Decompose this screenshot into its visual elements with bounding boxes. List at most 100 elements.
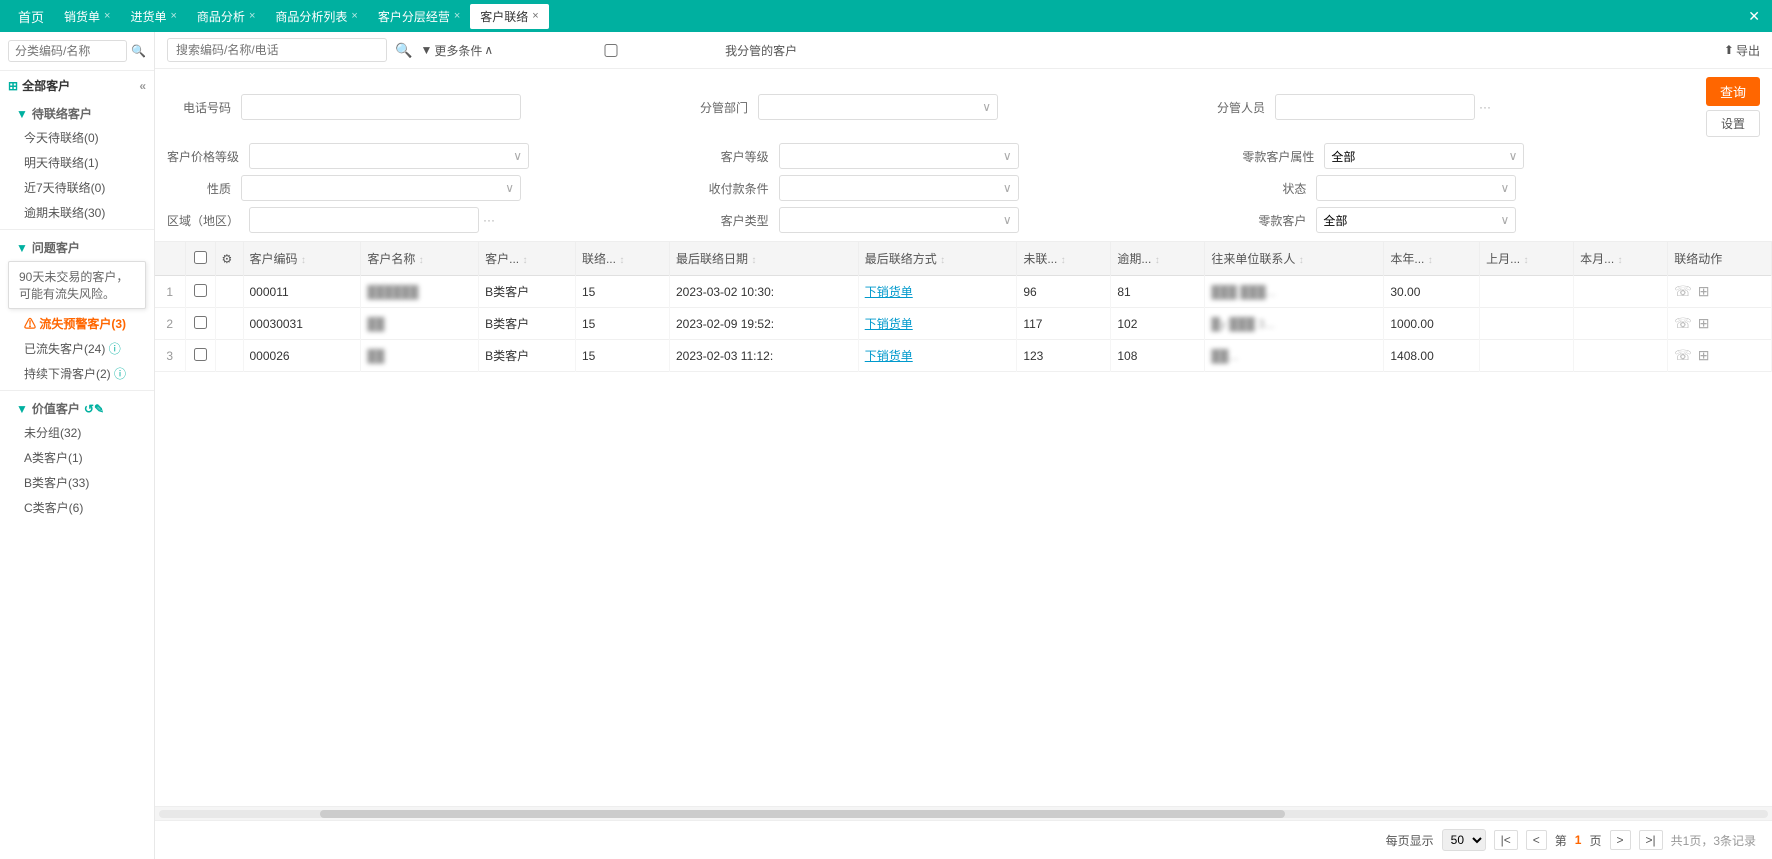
tab-sales[interactable]: 销货单 × [54,4,120,29]
zero-customer-select[interactable]: 全部 ∨ [1316,207,1516,233]
filter-customer-type: 客户类型 ∨ [705,207,1223,233]
row-last-contact-way: 下销货单 [858,276,1017,308]
sidebar-item-class-c[interactable]: C类客户(6) [0,495,154,520]
tab-analysis[interactable]: 商品分析 × [187,4,265,29]
row-this-month [1574,308,1668,340]
status-select[interactable]: ∨ [1316,175,1516,201]
row-last-contact-way: 下销货单 [858,308,1017,340]
dept-label: 分管部门 [684,99,754,116]
close-sales-tab[interactable]: × [104,10,110,22]
sidebar-item-declining[interactable]: 持续下滑客户(2) ⓘ [0,361,154,386]
value-refresh-icon[interactable]: ↺ [84,402,94,416]
first-page-button[interactable]: |< [1494,830,1518,850]
sidebar-item-churned[interactable]: 已流失客户(24) ⓘ [0,336,154,361]
last-page-button[interactable]: >| [1639,830,1663,850]
col-customer-code[interactable]: 客户编码 [243,242,361,276]
person-input[interactable] [1275,94,1475,120]
nature-select[interactable]: ∨ [241,175,521,201]
sidebar-item-unclassified[interactable]: 未分组(32) [0,420,154,445]
sidebar-item-7days[interactable]: 近7天待联络(0) [0,175,154,200]
sidebar-item-tomorrow[interactable]: 明天待联络(1) [0,150,154,175]
customer-type-arrow: ∨ [1003,213,1012,227]
search-button[interactable]: 🔍 [395,42,412,59]
col-this-month[interactable]: 本月... [1574,242,1668,276]
value-edit-icon[interactable]: ✎ [94,402,104,416]
row-last-contact-way: 下销货单 [858,340,1017,372]
sidebar-item-class-b[interactable]: B类客户(33) [0,470,154,495]
action-more-icon[interactable]: ⊞ [1698,315,1710,332]
region-dots[interactable]: ··· [483,213,495,227]
filter-row-1: 电话号码 分管部门 ∨ 分管人员 ··· 查询 设置 [167,77,1760,137]
tab-customer-tier[interactable]: 客户分层经营 × [368,4,470,29]
per-page-select[interactable]: 50 [1442,829,1486,851]
col-last-contact-date[interactable]: 最后联络日期 [670,242,859,276]
section-problem-customers[interactable]: ▼ 问题客户 [0,234,154,259]
export-button[interactable]: ⬆ 导出 [1724,42,1760,59]
col-contact[interactable]: 联络... [575,242,669,276]
tab-customer-contact[interactable]: 客户联络 × [470,4,548,29]
close-customer-contact-tab[interactable]: × [532,10,538,22]
zero-attr-select[interactable]: 全部 ∨ [1324,143,1524,169]
my-customers-checkbox[interactable] [501,44,721,57]
sidebar-collapse-icon[interactable]: « [139,79,146,93]
col-customer-name[interactable]: 客户名称 [361,242,479,276]
sidebar-item-class-a[interactable]: A类客户(1) [0,445,154,470]
select-all-checkbox[interactable] [194,251,207,264]
nature-label: 性质 [167,180,237,197]
action-more-icon[interactable]: ⊞ [1698,283,1710,300]
section-value-customers[interactable]: ▼ 价值客户 ↺ ✎ [0,395,154,420]
close-all-button[interactable]: ✕ [1744,4,1764,29]
action-contact-icon[interactable]: ☏ [1674,315,1692,332]
grid-icon: ⊞ [8,79,18,93]
close-analysis-tab[interactable]: × [249,10,255,22]
scroll-thumb[interactable] [320,810,1285,818]
row-type: B类客户 [479,308,576,340]
sidebar-item-overdue[interactable]: 逾期未联络(30) [0,200,154,225]
sidebar: 🔍 ⊞ 全部客户 « ▼ 待联络客户 今天待联络(0) 明天待联络(1) 近7天… [0,32,155,859]
dept-select[interactable]: ∨ [758,94,998,120]
search-input[interactable] [167,38,387,62]
customer-level-select[interactable]: ∨ [779,143,1019,169]
row-checkbox-0[interactable] [194,284,207,297]
sidebar-search-icon[interactable]: 🔍 [131,44,146,58]
col-last-month[interactable]: 上月... [1480,242,1574,276]
section-pending-contact[interactable]: ▼ 待联络客户 [0,100,154,125]
more-conditions-button[interactable]: ▼ 更多条件 ∧ [420,42,493,59]
col-settings[interactable]: ⚙ [215,242,243,276]
sidebar-item-today[interactable]: 今天待联络(0) [0,125,154,150]
close-customer-tier-tab[interactable]: × [454,10,460,22]
my-customers-checkbox-label[interactable]: 我分管的客户 [501,42,797,59]
col-last-contact-way[interactable]: 最后联络方式 [858,242,1017,276]
col-unit-contact[interactable]: 往来单位联系人 [1205,242,1384,276]
action-contact-icon[interactable]: ☏ [1674,283,1692,300]
payment-select[interactable]: ∨ [779,175,1019,201]
region-input[interactable] [249,207,479,233]
action-contact-icon[interactable]: ☏ [1674,347,1692,364]
category-search-input[interactable] [8,40,127,62]
tab-analysis-list[interactable]: 商品分析列表 × [265,4,367,29]
row-name: ██████ [361,276,479,308]
col-uncontacted[interactable]: 未联... [1017,242,1111,276]
next-page-button[interactable]: > [1610,830,1631,850]
col-overdue[interactable]: 逾期... [1111,242,1205,276]
tab-purchase[interactable]: 进货单 × [120,4,186,29]
col-this-year[interactable]: 本年... [1384,242,1480,276]
action-more-icon[interactable]: ⊞ [1698,347,1710,364]
tab-home[interactable]: 首页 [8,3,54,30]
close-analysis-list-tab[interactable]: × [351,10,357,22]
phone-input[interactable] [241,94,521,120]
customer-type-select[interactable]: ∨ [779,207,1019,233]
close-purchase-tab[interactable]: × [170,10,176,22]
row-checkbox-cell [185,276,215,308]
sidebar-item-churn-warning[interactable]: ⚠ 流失预警客户(3) [0,311,154,336]
query-button[interactable]: 查询 [1706,77,1760,106]
horizontal-scrollbar[interactable] [155,806,1772,820]
col-customer-type[interactable]: 客户... [479,242,576,276]
person-dots[interactable]: ··· [1479,100,1491,114]
row-checkbox-1[interactable] [194,316,207,329]
all-customers-header[interactable]: ⊞ 全部客户 « [0,71,154,100]
prev-page-button[interactable]: < [1526,830,1547,850]
price-level-select[interactable]: ∨ [249,143,529,169]
row-checkbox-2[interactable] [194,348,207,361]
settings-button[interactable]: 设置 [1706,110,1760,137]
